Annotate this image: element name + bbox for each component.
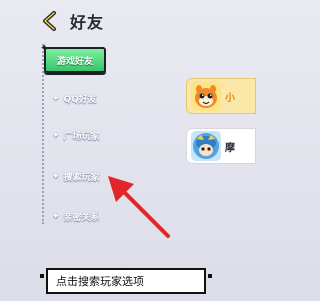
page-title: 好友 bbox=[70, 13, 105, 32]
avatar bbox=[191, 131, 221, 161]
tab-qq-friends-label: QQ好友 bbox=[63, 95, 97, 105]
tab-close-relations-label: 亲密关系 bbox=[63, 213, 100, 223]
friend-card[interactable]: 小 bbox=[186, 78, 256, 114]
back-arrow-icon[interactable] bbox=[38, 8, 64, 34]
friend-card[interactable]: 摩 bbox=[186, 128, 256, 164]
tab-plaza-players-label: 广场玩家 bbox=[63, 132, 100, 142]
tab-qq-friends[interactable]: ✦ QQ好友 bbox=[52, 92, 97, 106]
tab-search-players-label: 搜索玩家 bbox=[63, 173, 100, 183]
tab-close-relations[interactable]: ✦ 亲密关系 bbox=[52, 210, 100, 224]
star-icon: ✦ bbox=[52, 171, 60, 182]
star-icon: ✦ bbox=[52, 130, 60, 141]
friend-name: 摩 bbox=[225, 142, 235, 154]
tab-plaza-players[interactable]: ✦ 广场玩家 bbox=[52, 129, 100, 143]
instruction-caption: 点击搜索玩家选项 bbox=[40, 268, 212, 294]
avatar bbox=[191, 81, 221, 111]
star-icon: ✦ bbox=[52, 211, 60, 222]
tab-search-players[interactable]: ✦ 搜索玩家 bbox=[52, 170, 100, 184]
star-icon: ✦ bbox=[52, 93, 60, 104]
caption-text: 点击搜索玩家选项 bbox=[56, 275, 144, 288]
star-icon: ✦ bbox=[40, 43, 49, 54]
tab-game-friends-label: 游戏好友 bbox=[56, 56, 93, 67]
tab-game-friends[interactable]: ✦ 游戏好友 bbox=[40, 43, 106, 73]
page-header: 好友 bbox=[38, 8, 104, 34]
friend-name: 小 bbox=[225, 92, 235, 104]
